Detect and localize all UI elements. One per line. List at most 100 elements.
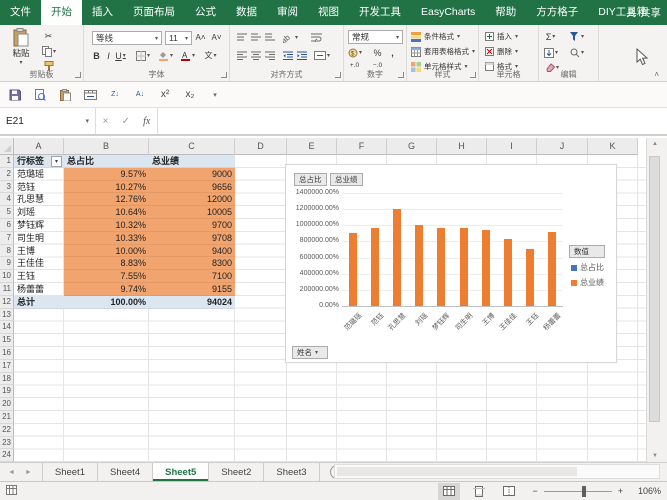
insert-cells-button[interactable]: 插入 ▾ [485,30,518,43]
cell-B1-total-pct-header[interactable]: 总占比 [64,155,149,168]
scroll-up-icon[interactable]: ▲ [647,141,663,147]
superscript-button[interactable]: x² [157,87,173,103]
ribbon-tab-数据[interactable]: 数据 [226,0,267,25]
normal-view-button[interactable] [438,482,461,500]
cell-name[interactable]: 王钰 [14,270,64,283]
cell-percent[interactable]: 9.74% [64,283,149,296]
number-format-combo[interactable]: 常规 ▾ [348,30,403,44]
macro-record-button[interactable] [6,485,17,497]
ribbon-tab-视图[interactable]: 视图 [308,0,349,25]
cell-percent[interactable]: 9.57% [64,167,149,181]
subscript-button[interactable]: x₂ [182,87,198,103]
align-right-button[interactable] [263,49,276,62]
column-header-J[interactable]: J [537,138,588,155]
sheet-nav-right-icon[interactable]: ► [25,469,32,476]
cell-percent[interactable]: 10.32% [64,219,149,232]
page-break-view-button[interactable] [498,483,520,500]
chart-bar[interactable] [415,225,424,306]
merge-center-button[interactable]: ▾ [314,49,330,62]
cell-C1-total-sales-header[interactable]: 总业绩 [149,155,235,168]
underline-button[interactable]: U ▾ [114,49,127,62]
accounting-format-button[interactable]: $ ▾ [348,46,362,59]
cell-percent[interactable]: 12.76% [64,193,149,207]
row-header-23[interactable]: 23 [0,436,14,450]
align-center-button[interactable] [249,49,262,62]
ribbon-tab-公式[interactable]: 公式 [185,0,226,25]
increase-font-button[interactable]: A˄ [194,31,207,44]
column-header-B[interactable]: B [64,138,149,155]
delete-cells-button[interactable]: 删除 ▾ [485,45,518,58]
paste-button[interactable]: 粘贴 ▾ [5,28,37,68]
vertical-scrollbar[interactable]: ▲ ▼ [646,138,662,462]
page-layout-view-button[interactable] [468,483,490,500]
sheet-tab-Sheet2[interactable]: Sheet2 [209,463,265,481]
cell-value[interactable]: 10005 [149,206,235,219]
cell-name[interactable]: 司生明 [14,232,64,245]
wrap-text-button[interactable] [310,31,323,44]
column-header-H[interactable]: H [437,138,487,155]
zoom-in-button[interactable]: + [618,486,623,496]
conditional-formatting-button[interactable]: 条件格式 ▾ [411,30,460,43]
axis-field-button[interactable]: 姓名 ▾ [292,346,328,359]
cell-grand-total-label[interactable]: 总计 [14,295,64,309]
ribbon-tab-插入[interactable]: 插入 [82,0,123,25]
cell-value[interactable]: 8300 [149,257,235,271]
row-header-21[interactable]: 21 [0,411,14,424]
cell-percent[interactable]: 8.83% [64,257,149,271]
legend-item[interactable]: 总业绩 [571,277,604,288]
cell-percent[interactable]: 10.00% [64,244,149,258]
zoom-level[interactable]: 106% [633,486,661,496]
format-as-table-button[interactable]: 套用表格格式 ▾ [411,45,475,58]
cell-name[interactable]: 王佳佳 [14,257,64,270]
legend-values-button[interactable]: 数值 [569,245,605,258]
align-left-button[interactable] [235,49,248,62]
row-header-12[interactable]: 12 [0,295,14,309]
phonetic-guide-button[interactable]: 文 ▾ [204,49,217,62]
cell-percent[interactable]: 10.33% [64,231,149,245]
collapse-ribbon-button[interactable]: ˄ [654,70,659,79]
cell-value[interactable]: 9700 [149,219,235,232]
increase-indent-button[interactable] [295,49,308,62]
middle-align-button[interactable] [249,31,262,44]
cell-name[interactable]: 刘瑶 [14,206,64,219]
row-header-11[interactable]: 11 [0,283,14,296]
row-header-18[interactable]: 18 [0,372,14,386]
paste-qat-button[interactable] [57,87,73,103]
cancel-button[interactable]: × [103,116,109,127]
decrease-font-button[interactable]: A˅ [210,31,223,44]
merge-center-qat-button[interactable] [82,87,98,103]
qat-customize-button[interactable]: ▾ [207,87,223,103]
chart-bar[interactable] [393,209,402,306]
value-field-button-2[interactable]: 总业绩 [330,173,363,186]
column-header-D[interactable]: D [235,138,287,155]
ribbon-tab-开始[interactable]: 开始 [41,0,82,25]
column-header-F[interactable]: F [337,138,387,155]
ribbon-tab-帮助[interactable]: 帮助 [485,0,526,25]
cell-name[interactable]: 梦钰辉 [14,219,64,232]
row-header-8[interactable]: 8 [0,244,14,258]
row-header-2[interactable]: 2 [0,167,14,181]
percent-style-button[interactable]: % [371,46,384,59]
chart-bar[interactable] [547,232,556,306]
cell-name[interactable]: 杨蕾蕾 [14,283,64,296]
scroll-down-icon[interactable]: ▼ [647,453,663,459]
horizontal-scrollbar-thumb[interactable] [337,467,577,476]
cell-percent[interactable]: 7.55% [64,270,149,283]
font-dialog-launcher[interactable] [221,72,227,78]
chart-bar[interactable] [437,227,446,306]
row-header-22[interactable]: 22 [0,423,14,437]
column-header-A[interactable]: A [14,138,64,155]
cell-percent[interactable]: 10.64% [64,206,149,219]
cell-name[interactable]: 范璐瑶 [14,168,64,181]
value-field-button-1[interactable]: 总占比 [294,173,327,186]
chart-bar[interactable] [481,230,490,306]
copy-button[interactable]: ▾ [42,45,56,58]
autosum-button[interactable]: Σ ▾ [544,30,557,43]
cell-value[interactable]: 9708 [149,231,235,245]
zoom-out-button[interactable]: − [532,486,537,496]
cell-name[interactable]: 孔思慧 [14,193,64,206]
ribbon-tab-file[interactable]: 文件 [0,0,41,25]
fill-color-button[interactable]: ▾ [158,49,173,62]
number-dialog-launcher[interactable] [398,72,404,78]
sort-ascending-button[interactable]: A↓ [132,87,148,103]
